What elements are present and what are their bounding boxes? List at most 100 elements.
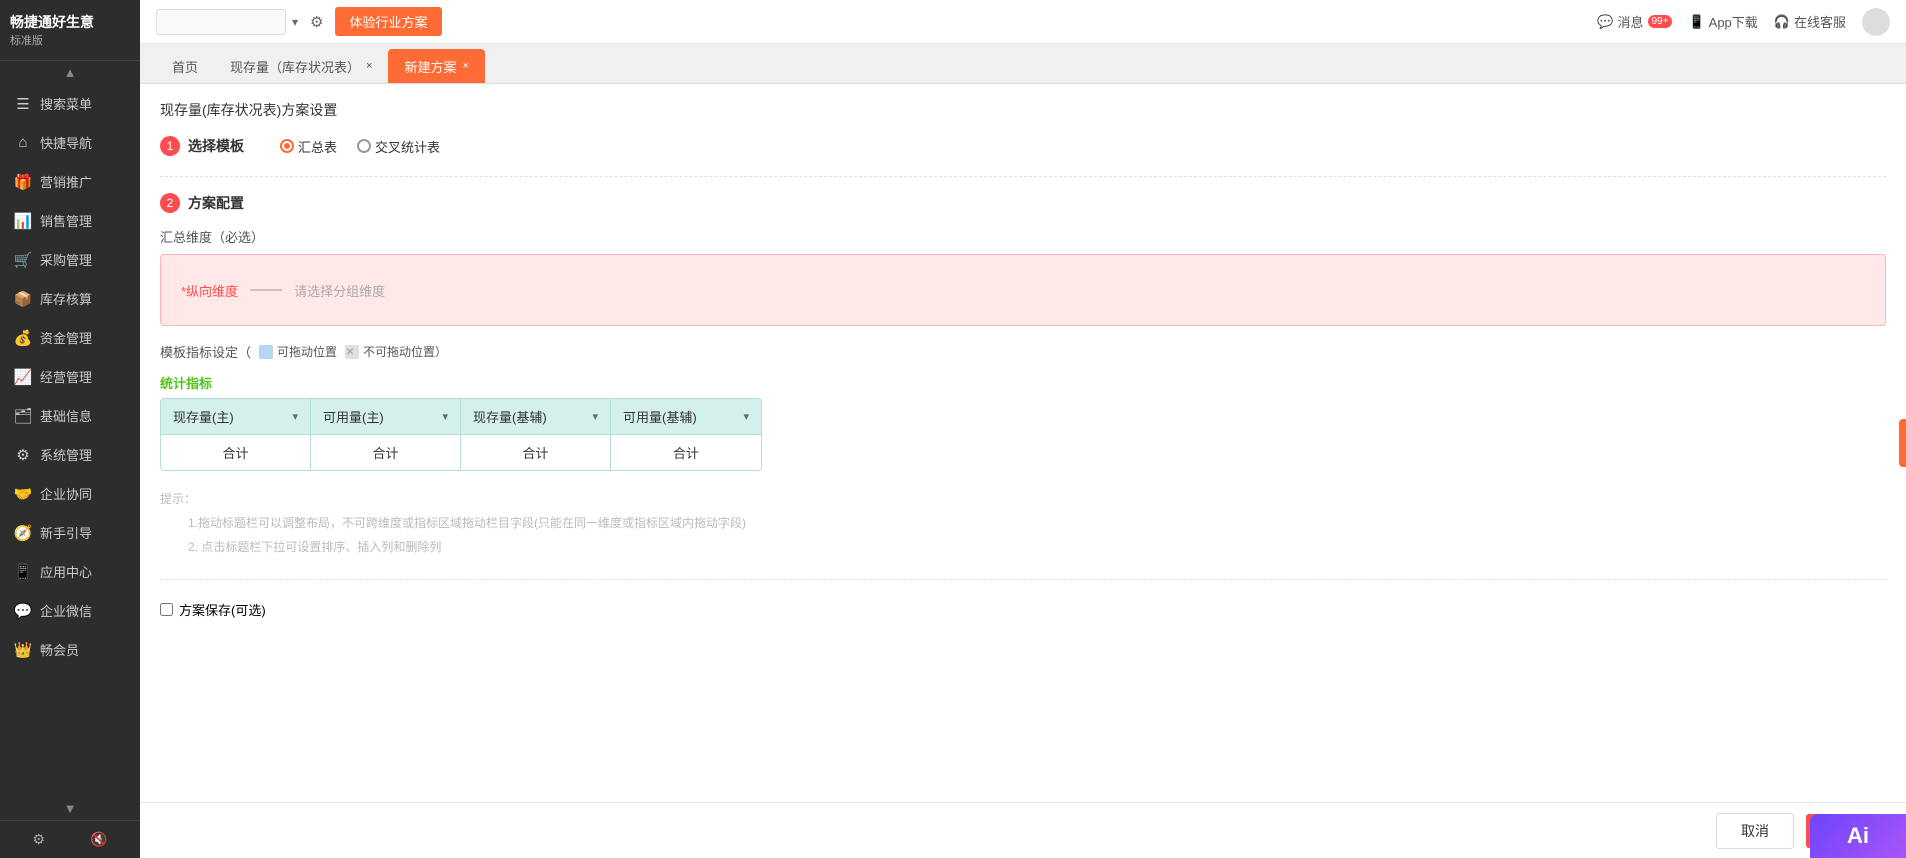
stats-col-0[interactable]: 现存量(主) ▾ (161, 399, 311, 434)
wechat-label: 企业微信 (40, 601, 92, 620)
tab-home[interactable]: 首页 (156, 49, 214, 83)
divider-2 (160, 579, 1886, 580)
resize-handle[interactable] (1899, 419, 1906, 467)
col-dropdown-1[interactable]: ▾ (442, 410, 448, 423)
sidebar-item-member[interactable]: 👑 畅会员 (0, 630, 140, 669)
cancel-button[interactable]: 取消 (1716, 813, 1794, 849)
draggable-label: 可拖动位置 (277, 343, 337, 360)
stats-table-body: 合计合计合计合计 (161, 434, 761, 470)
header-settings-btn[interactable]: ⚙ (310, 13, 323, 31)
sidebar-item-search-menu[interactable]: ☰ 搜索菜单 (0, 84, 140, 123)
inventory-label: 库存核算 (40, 289, 92, 308)
sidebar-item-wechat[interactable]: 💬 企业微信 (0, 591, 140, 630)
tab-label-inventory-status: 现存量（库存状况表） (230, 57, 360, 76)
trial-btn[interactable]: 体验行业方案 (335, 7, 441, 36)
draggable-box-icon (259, 345, 273, 359)
stats-table: 现存量(主) ▾ 可用量(主) ▾ 现存量(基辅) ▾ 可用量(基辅) ▾ 合计… (160, 398, 762, 471)
section-2-num: 2 (160, 193, 180, 213)
main-area: ▾ ⚙ 体验行业方案 💬 消息 99+ 📱 App下载 🎧 在线客服 首页现存量… (140, 0, 1906, 858)
radio-cross[interactable]: 交叉统计表 (357, 137, 440, 156)
search-input[interactable] (156, 9, 286, 35)
sales-icon: 📊 (14, 212, 32, 230)
app-download-item[interactable]: 📱 App下载 (1688, 12, 1757, 31)
top-header: ▾ ⚙ 体验行业方案 💬 消息 99+ 📱 App下载 🎧 在线客服 (140, 0, 1906, 44)
service-label: 在线客服 (1794, 12, 1846, 31)
stats-col-3[interactable]: 可用量(基辅) ▾ (611, 399, 761, 434)
scroll-down-btn[interactable]: ▼ (0, 797, 140, 820)
sidebar-item-system[interactable]: ⚙ 系统管理 (0, 435, 140, 474)
dimension-placeholder: 请选择分组维度 (294, 281, 385, 300)
radio-summary[interactable]: 汇总表 (280, 137, 337, 156)
search-menu-icon: ☰ (14, 95, 32, 113)
tab-inventory-status[interactable]: 现存量（库存状况表） × (214, 49, 388, 83)
sidebar-item-finance[interactable]: 💰 资金管理 (0, 318, 140, 357)
stats-col-1[interactable]: 可用量(主) ▾ (311, 399, 461, 434)
message-item[interactable]: 💬 消息 99+ (1597, 12, 1672, 31)
page-content: 现存量(库存状况表)方案设置 1 选择模板 汇总表 交叉统计表 (140, 84, 1906, 635)
section-2-title: 方案配置 (188, 193, 244, 213)
draggable-badge: 可拖动位置 (259, 343, 337, 360)
save-label: 方案保存(可选) (179, 600, 266, 619)
stats-cell-0: 合计 (161, 435, 311, 470)
tab-label-home: 首页 (172, 57, 198, 76)
wechat-icon: 💬 (14, 602, 32, 620)
ai-badge[interactable]: Ai (1810, 814, 1906, 858)
system-label: 系统管理 (40, 445, 92, 464)
dimension-arrow: —— (250, 281, 282, 299)
header-dropdown-btn[interactable]: ▾ (292, 15, 298, 29)
member-icon: 👑 (14, 641, 32, 659)
stats-table-header: 现存量(主) ▾ 可用量(主) ▾ 现存量(基辅) ▾ 可用量(基辅) ▾ (161, 399, 761, 434)
user-avatar[interactable] (1862, 8, 1890, 36)
dimension-required: *纵向维度 (181, 281, 238, 300)
non-draggable-badge: 不可拖动位置） (345, 343, 447, 360)
tab-label-new-plan: 新建方案 (404, 57, 456, 76)
dimension-area[interactable]: *纵向维度 —— 请选择分组维度 (160, 254, 1886, 326)
tab-close-new-plan[interactable]: × (462, 60, 468, 72)
radio-cross-circle (357, 139, 371, 153)
app-center-icon: 📱 (14, 563, 32, 581)
quick-nav-label: 快捷导航 (40, 133, 92, 152)
search-menu-label: 搜索菜单 (40, 94, 92, 113)
onboarding-label: 新手引导 (40, 523, 92, 542)
non-draggable-box-icon (345, 345, 359, 359)
settings-footer-icon[interactable]: ⚙ (33, 831, 46, 848)
basic-icon: 🗂 (14, 407, 32, 425)
sidebar-item-sales[interactable]: 📊 销售管理 (0, 201, 140, 240)
col-dropdown-0[interactable]: ▾ (292, 410, 298, 423)
header-right: 💬 消息 99+ 📱 App下载 🎧 在线客服 (1597, 8, 1890, 36)
tab-close-inventory-status[interactable]: × (366, 60, 372, 72)
app-download-icon: 📱 (1688, 14, 1704, 30)
header-search: ▾ (156, 9, 298, 35)
sidebar-item-cooperation[interactable]: 🤝 企业协同 (0, 474, 140, 513)
radio-summary-label: 汇总表 (298, 137, 337, 156)
stats-cell-1: 合计 (311, 435, 461, 470)
sidebar-item-marketing[interactable]: 🎁 营销推广 (0, 162, 140, 201)
indicator-label-text: 模板指标设定（ (160, 342, 251, 361)
sidebar-item-basic[interactable]: 🗂 基础信息 (0, 396, 140, 435)
app-name: 畅捷通好生意 (10, 12, 130, 32)
section-2-header: 2 方案配置 (160, 193, 1886, 213)
marketing-icon: 🎁 (14, 173, 32, 191)
sidebar-item-operations[interactable]: 📈 经营管理 (0, 357, 140, 396)
stats-col-2[interactable]: 现存量(基辅) ▾ (461, 399, 611, 434)
tab-bar: 首页 现存量（库存状况表） × 新建方案 × (140, 44, 1906, 84)
sidebar-item-app-center[interactable]: 📱 应用中心 (0, 552, 140, 591)
content-area: 现存量(库存状况表)方案设置 1 选择模板 汇总表 交叉统计表 (140, 84, 1906, 802)
member-label: 畅会员 (40, 640, 79, 659)
scroll-up-btn[interactable]: ▲ (0, 61, 140, 84)
online-service-item[interactable]: 🎧 在线客服 (1774, 12, 1846, 31)
service-icon: 🎧 (1774, 14, 1790, 30)
sidebar-item-onboarding[interactable]: 🧭 新手引导 (0, 513, 140, 552)
sidebar-item-purchase[interactable]: 🛒 采购管理 (0, 240, 140, 279)
sidebar-item-quick-nav[interactable]: ⌂ 快捷导航 (0, 123, 140, 162)
cooperation-label: 企业协同 (40, 484, 92, 503)
sound-footer-icon[interactable]: 🔇 (90, 831, 107, 848)
save-checkbox[interactable] (160, 603, 173, 616)
non-draggable-label: 不可拖动位置） (363, 343, 447, 360)
sidebar-logo: 畅捷通好生意 标准版 (0, 0, 140, 61)
col-label-0: 现存量(主) (173, 407, 234, 426)
sidebar-item-inventory[interactable]: 📦 库存核算 (0, 279, 140, 318)
tab-new-plan[interactable]: 新建方案 × (388, 49, 484, 83)
col-dropdown-2[interactable]: ▾ (592, 410, 598, 423)
col-dropdown-3[interactable]: ▾ (743, 410, 749, 423)
